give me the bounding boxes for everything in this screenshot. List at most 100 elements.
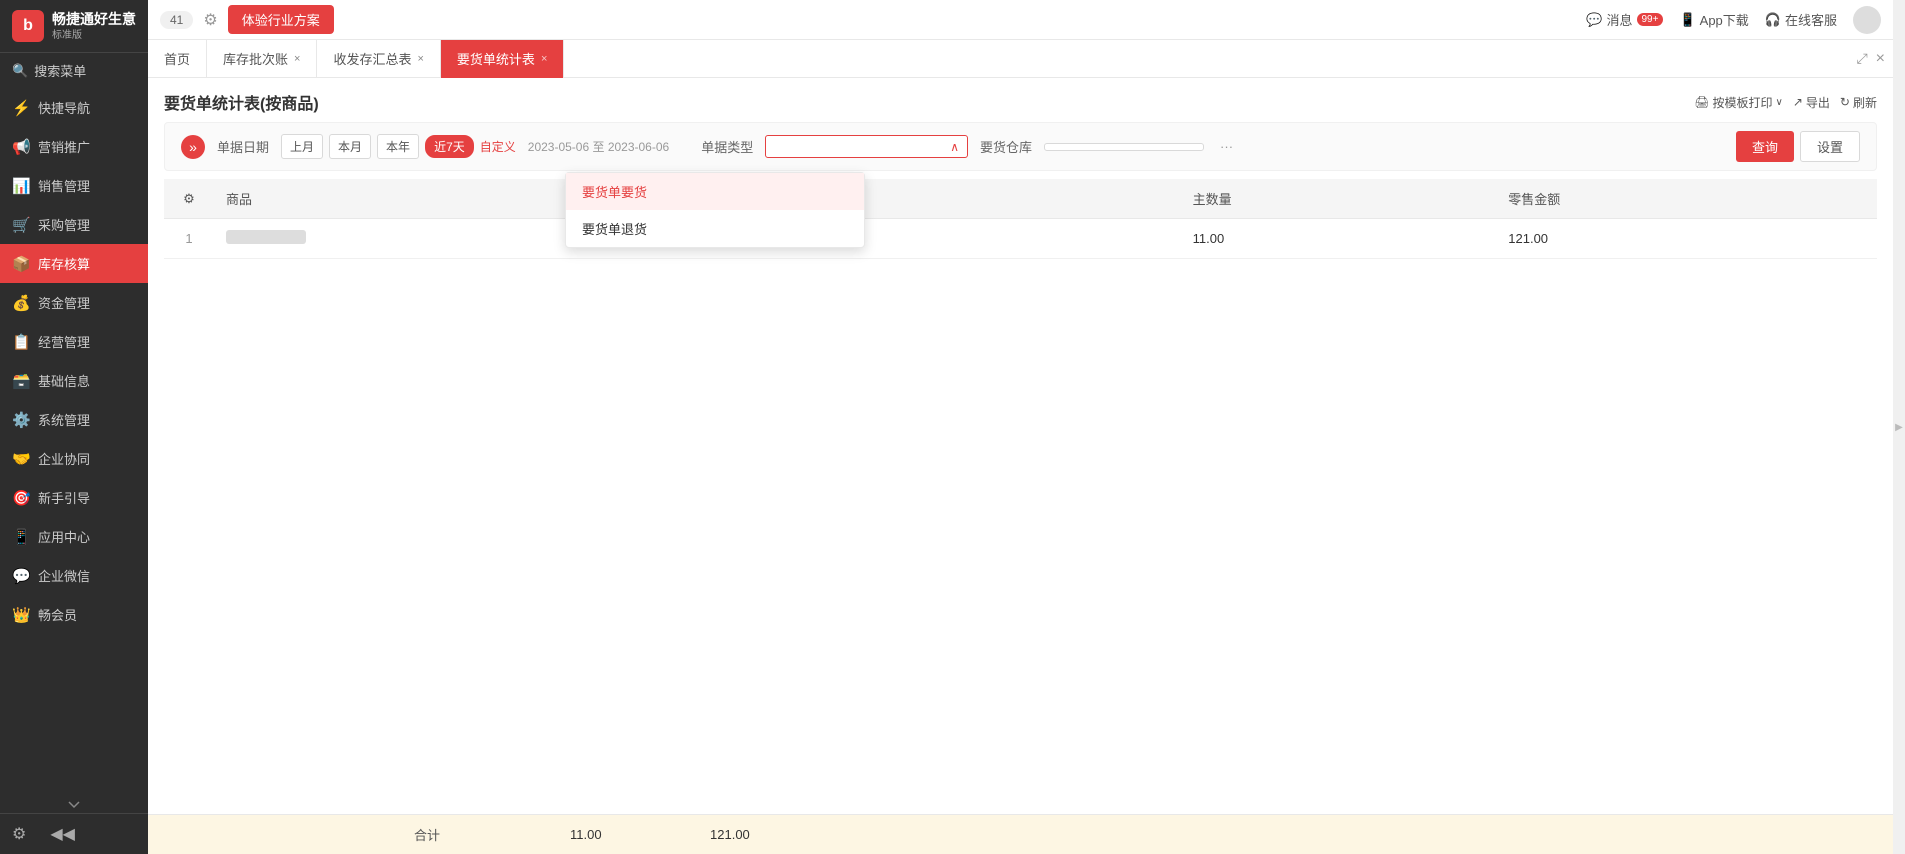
date-btn-custom[interactable]: 自定义 [480, 138, 516, 155]
sidebar-item-label: 库存核算 [38, 254, 90, 273]
date-btn-up-month[interactable]: 上月 [281, 134, 323, 159]
sidebar-item-label: 新手引导 [38, 488, 90, 507]
system-icon: ⚙️ [12, 411, 30, 429]
footer-quantity: 11.00 [570, 827, 650, 842]
type-filter-text[interactable] [774, 139, 950, 154]
dropdown-item-label: 要货单退货 [582, 222, 647, 237]
appstore-icon: 📱 [12, 528, 30, 546]
tab-receivable-summary[interactable]: 收发存汇总表 × [317, 40, 440, 78]
sidebar-item-basics[interactable]: 🗃️ 基础信息 [0, 361, 148, 400]
page-content: 要货单统计表(按商品) 🖨 按模板打印 ∨ ↗ 导出 ↻ 刷新 [148, 78, 1893, 854]
sidebar-item-label: 营销推广 [38, 137, 90, 156]
sidebar-item-label: 采购管理 [38, 215, 90, 234]
table-row: 1 块 11.00 121.00 [164, 219, 1877, 259]
tab-home[interactable]: 首页 [148, 40, 207, 78]
online-service-icon: 🎧 [1765, 12, 1781, 28]
tab-receivable-summary-close[interactable]: × [417, 53, 423, 65]
sidebar-item-quick-nav[interactable]: ⚡ 快捷导航 [0, 88, 148, 127]
print-template-action[interactable]: 🖨 按模板打印 ∨ [1694, 94, 1783, 111]
date-btn-7days[interactable]: 近7天 [425, 135, 474, 158]
dropdown-item-order-return[interactable]: 要货单退货 [566, 210, 864, 247]
filter-more-icon[interactable]: ··· [1220, 139, 1233, 154]
search-icon: 🔍 [12, 63, 28, 79]
tab-home-label: 首页 [164, 49, 190, 68]
app-download-icon: 📱 [1679, 12, 1695, 28]
tabs-maximize-icon[interactable]: ⤢ [1856, 50, 1867, 67]
tab-count: 41 [160, 11, 193, 29]
tab-order-stats-close[interactable]: × [541, 53, 547, 65]
industry-solution-button[interactable]: 体验行业方案 [228, 5, 334, 34]
user-avatar[interactable] [1853, 6, 1881, 34]
sidebar-item-system[interactable]: ⚙️ 系统管理 [0, 400, 148, 439]
table-header-settings[interactable]: ⚙ [164, 179, 214, 219]
warehouse-filter-input[interactable] [1044, 143, 1204, 151]
print-icon: 🖨 [1694, 95, 1709, 109]
quick-nav-icon: ⚡ [12, 99, 30, 117]
table-container: ⚙ 商品 主计量单位 主数量 零售金额 [148, 179, 1893, 814]
right-collapse-bar[interactable]: ▶ [1893, 0, 1905, 854]
collapse-icon[interactable]: ◀◀ [50, 824, 75, 844]
sidebar-item-marketing[interactable]: 📢 营销推广 [0, 127, 148, 166]
sidebar-item-cooperation[interactable]: 🤝 企业协同 [0, 439, 148, 478]
row-quantity: 11.00 [1181, 219, 1497, 259]
settings-icon[interactable]: ⚙ [12, 824, 26, 844]
message-label: 消息 [1606, 10, 1632, 29]
sidebar-item-sales[interactable]: 📊 销售管理 [0, 166, 148, 205]
search-menu[interactable]: 🔍 搜索菜单 [0, 53, 148, 88]
print-template-label: 按模板打印 [1713, 94, 1773, 111]
main-area: 41 ⚙ 体验行业方案 💬 消息 99+ 📱 App下载 🎧 在线客服 首页 [148, 0, 1893, 854]
finance-icon: 💰 [12, 294, 30, 312]
message-icon: 💬 [1586, 12, 1602, 28]
export-action[interactable]: ↗ 导出 [1793, 94, 1830, 111]
print-chevron-icon: ∨ [1776, 97, 1783, 108]
filter-expand-button[interactable]: » [181, 135, 205, 159]
sidebar-item-purchase[interactable]: 🛒 采购管理 [0, 205, 148, 244]
online-service-action[interactable]: 🎧 在线客服 [1765, 10, 1837, 29]
guide-icon: 🎯 [12, 489, 30, 507]
refresh-label: 刷新 [1853, 94, 1877, 111]
message-action[interactable]: 💬 消息 99+ [1586, 10, 1663, 29]
type-filter-input[interactable]: ∧ [765, 135, 968, 158]
tabs-close-all-icon[interactable]: × [1876, 50, 1885, 68]
footer-total-label: 合计 [414, 825, 440, 844]
setting-button[interactable]: 设置 [1800, 131, 1860, 162]
top-header: 41 ⚙ 体验行业方案 💬 消息 99+ 📱 App下载 🎧 在线客服 [148, 0, 1893, 40]
date-btn-current-year[interactable]: 本年 [377, 134, 419, 159]
sidebar-item-wechat[interactable]: 💬 企业微信 [0, 556, 148, 595]
goods-blurred [226, 230, 306, 244]
table-settings-icon[interactable]: ⚙ [183, 191, 195, 206]
table-header-quantity: 主数量 [1181, 179, 1497, 219]
sidebar-item-finance[interactable]: 💰 资金管理 [0, 283, 148, 322]
logo-icon: b [12, 10, 44, 42]
search-menu-label: 搜索菜单 [34, 61, 86, 80]
date-btn-current-month[interactable]: 本月 [329, 134, 371, 159]
sidebar-item-member[interactable]: 👑 畅会员 [0, 595, 148, 634]
refresh-action[interactable]: ↻ 刷新 [1840, 94, 1877, 111]
row-amount: 121.00 [1496, 219, 1877, 259]
header-gear-icon[interactable]: ⚙ [203, 10, 217, 30]
app-download-action[interactable]: 📱 App下载 [1679, 10, 1748, 29]
sidebar-item-label: 企业微信 [38, 566, 90, 585]
operations-icon: 📋 [12, 333, 30, 351]
tab-inventory-batch[interactable]: 库存批次账 × [207, 40, 317, 78]
filter-bar: » 单据日期 上月 本月 本年 近7天 自定义 2023-05-06 至 202… [164, 122, 1877, 171]
sidebar-item-operations[interactable]: 📋 经营管理 [0, 322, 148, 361]
date-range-display: 2023-05-06 至 2023-06-06 [528, 138, 669, 155]
sidebar-item-guide[interactable]: 🎯 新手引导 [0, 478, 148, 517]
sidebar-item-inventory[interactable]: 📦 库存核算 [0, 244, 148, 283]
sidebar-item-label: 应用中心 [38, 527, 90, 546]
export-icon: ↗ [1793, 95, 1803, 109]
sidebar: b 畅捷通好生意 标准版 🔍 搜索菜单 ⚡ 快捷导航 📢 营销推广 📊 销售管理… [0, 0, 148, 854]
online-service-label: 在线客服 [1785, 10, 1837, 29]
query-button[interactable]: 查询 [1736, 131, 1794, 162]
tab-inventory-batch-close[interactable]: × [294, 53, 300, 65]
cooperation-icon: 🤝 [12, 450, 30, 468]
sidebar-item-label: 基础信息 [38, 371, 90, 390]
member-icon: 👑 [12, 606, 30, 624]
date-filter-label: 单据日期 [217, 137, 269, 156]
tab-order-stats[interactable]: 要货单统计表 × [441, 40, 564, 78]
sidebar-scroll-down[interactable] [0, 797, 148, 813]
tab-inventory-batch-label: 库存批次账 [223, 49, 288, 68]
sidebar-item-appstore[interactable]: 📱 应用中心 [0, 517, 148, 556]
dropdown-item-order-goods[interactable]: 要货单要货 [566, 173, 864, 210]
